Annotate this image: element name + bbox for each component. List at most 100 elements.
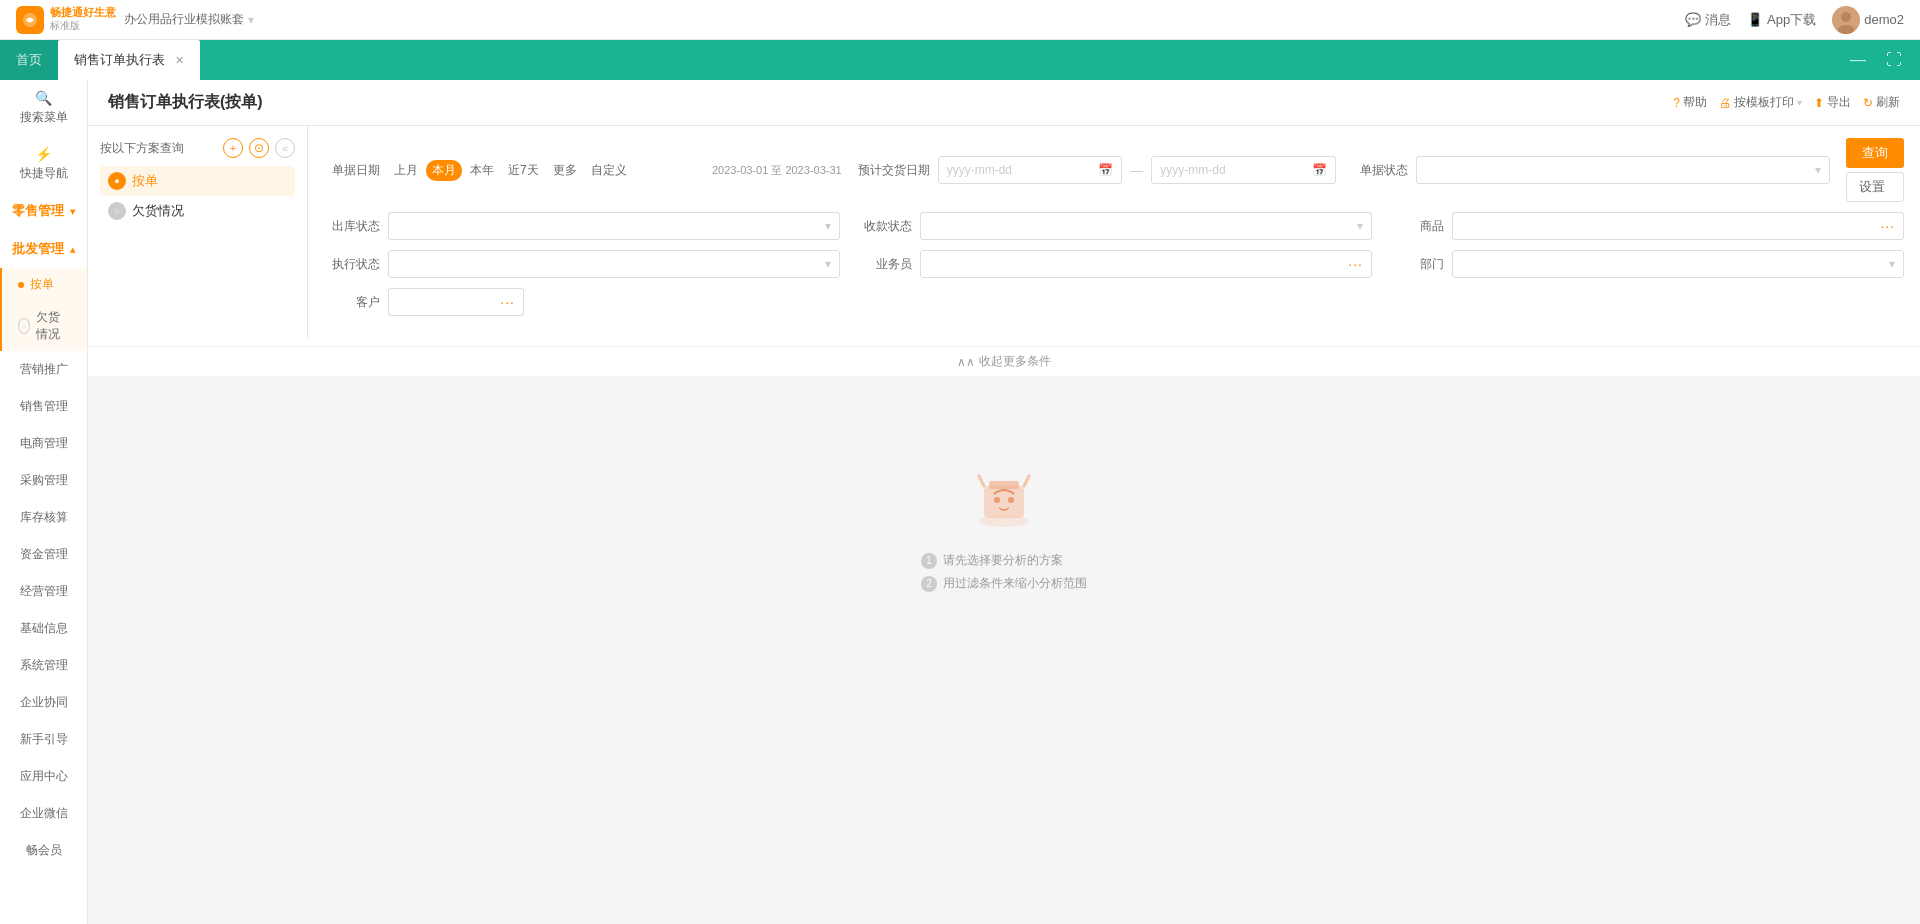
sidebar-sub-item-arrears[interactable]: ○ 欠货情况 (2, 301, 87, 351)
tab-sales-order[interactable]: 销售订单执行表 ✕ (58, 40, 200, 80)
export-button[interactable]: ⬆ 导出 (1814, 94, 1851, 111)
sidebar-item-basic[interactable]: 基础信息 (0, 610, 87, 647)
help-icon: ? (1673, 96, 1680, 110)
salesperson-label: 业务员 (856, 256, 912, 273)
help-button[interactable]: ? 帮助 (1673, 94, 1707, 111)
logo-icon (16, 6, 44, 34)
tab-expand-button[interactable]: ⛶ (1880, 46, 1908, 74)
page-header-actions: ? 帮助 🖨 按模板打印 ▾ ⬆ 导出 ↻ 刷新 (1673, 94, 1900, 123)
arrears-label: 欠货情况 (36, 309, 71, 343)
basic-label: 基础信息 (20, 620, 68, 637)
newbie-label: 新手引导 (20, 731, 68, 748)
sidebar-item-quick-nav[interactable]: ⚡ 快捷导航 (0, 136, 87, 192)
sidebar-search-label: 搜索菜单 (20, 109, 68, 126)
sidebar-sub-item-press[interactable]: 按单 (2, 268, 87, 301)
tab-home[interactable]: 首页 (0, 40, 58, 80)
add-scheme-button[interactable]: + (223, 138, 243, 158)
messages-button[interactable]: 💬 消息 (1685, 11, 1731, 29)
member-label: 畅会员 (26, 842, 62, 859)
app-download-label: App下载 (1767, 11, 1816, 29)
tab-close-icon[interactable]: ✕ (175, 54, 184, 67)
filter-field-salesperson: 业务员 ··· (856, 250, 1372, 278)
date-tab-this-month[interactable]: 本月 (426, 160, 462, 181)
salesperson-dots-icon[interactable]: ··· (1348, 256, 1363, 272)
user-area[interactable]: demo2 (1832, 6, 1904, 34)
svg-point-7 (994, 497, 1000, 503)
date-tab-custom[interactable]: 自定义 (585, 160, 633, 181)
collapse-bar[interactable]: ∧∧ 收起更多条件 (88, 346, 1920, 376)
date-tab-last-month[interactable]: 上月 (388, 160, 424, 181)
customer-dots-icon[interactable]: ··· (500, 294, 515, 310)
filter-panel: 按以下方案查询 + ⊙ « ● 按单 ○ 欠货情况 (88, 126, 1920, 338)
execution-status-select[interactable]: ▾ (388, 250, 840, 278)
query-button[interactable]: 查询 (1846, 138, 1904, 168)
product-dots-icon[interactable]: ··· (1880, 218, 1895, 234)
empty-state-hints: 1 请先选择要分析的方案 2 用过滤条件来缩小分析范围 (921, 552, 1087, 598)
sidebar-item-newbie[interactable]: 新手引导 (0, 721, 87, 758)
customer-input[interactable]: ··· (388, 288, 524, 316)
collection-status-select[interactable]: ▾ (920, 212, 1372, 240)
sidebar-quick-nav-label: 快捷导航 (20, 165, 68, 182)
sidebar-group-retail: 零售管理 ▾ (0, 192, 87, 230)
filter-fields-panel: 单据日期 上月 本月 本年 近7天 更多 自定义 (308, 126, 1920, 338)
sidebar-item-member[interactable]: 畅会员 (0, 832, 87, 869)
breadcrumb-arrow-icon[interactable]: ▾ (248, 13, 254, 27)
date-tab-this-year[interactable]: 本年 (464, 160, 500, 181)
filter-scheme-title: 按以下方案查询 + ⊙ « (100, 138, 295, 158)
quick-nav-icon: ⚡ (35, 146, 52, 162)
refresh-icon: ↻ (1863, 96, 1873, 110)
scheme-item-arrears[interactable]: ○ 欠货情况 (100, 196, 295, 226)
order-status-select[interactable]: ▾ (1416, 156, 1830, 184)
filter-scheme-panel: 按以下方案查询 + ⊙ « ● 按单 ○ 欠货情况 (88, 126, 308, 338)
collapse-button[interactable]: ∧∧ 收起更多条件 (957, 353, 1051, 370)
product-input[interactable]: ··· (1452, 212, 1904, 240)
sidebar-item-sales[interactable]: 销售管理 (0, 388, 87, 425)
salesperson-input[interactable]: ··· (920, 250, 1372, 278)
sidebar-item-purchase[interactable]: 采购管理 (0, 462, 87, 499)
expected-date-from-input[interactable]: yyyy-mm-dd 📅 (938, 156, 1123, 184)
filter-field-delivery-status: 出库状态 ▾ (324, 212, 840, 240)
delivery-status-select[interactable]: ▾ (388, 212, 840, 240)
edit-scheme-button[interactable]: ⊙ (249, 138, 269, 158)
sidebar-item-wholesale[interactable]: 批发管理 ▴ (0, 230, 87, 268)
breadcrumb: 办公用品行业模拟账套 ▾ (124, 11, 254, 28)
app-icon: 📱 (1747, 12, 1763, 27)
sidebar-item-wechat[interactable]: 企业微信 (0, 795, 87, 832)
sidebar-item-inventory[interactable]: 库存核算 (0, 499, 87, 536)
date-tab-more[interactable]: 更多 (547, 160, 583, 181)
sidebar-item-ecommerce[interactable]: 电商管理 (0, 425, 87, 462)
scheme-arrears-label: 欠货情况 (132, 202, 184, 220)
settings-button[interactable]: 设置 (1846, 172, 1904, 202)
content-area: 销售订单执行表(按单) ? 帮助 🖨 按模板打印 ▾ ⬆ 导出 ↻ 刷新 (88, 80, 1920, 924)
filter-field-product: 商品 ··· (1388, 212, 1904, 240)
apps-label: 应用中心 (20, 768, 68, 785)
sidebar-item-cooperation[interactable]: 企业协同 (0, 684, 87, 721)
system-label: 系统管理 (20, 657, 68, 674)
customer-label: 客户 (324, 294, 380, 311)
expected-date-to-input[interactable]: yyyy-mm-dd 📅 (1151, 156, 1336, 184)
collapse-scheme-button[interactable]: « (275, 138, 295, 158)
app-download-button[interactable]: 📱 App下载 (1747, 11, 1816, 29)
template-print-arrow: ▾ (1797, 97, 1802, 108)
sidebar-item-marketing[interactable]: 营销推广 (0, 351, 87, 388)
sidebar-item-apps[interactable]: 应用中心 (0, 758, 87, 795)
refresh-button[interactable]: ↻ 刷新 (1863, 94, 1900, 111)
svg-rect-6 (989, 481, 1019, 489)
execution-status-label: 执行状态 (324, 256, 380, 273)
sidebar-item-system[interactable]: 系统管理 (0, 647, 87, 684)
hint-num-2: 2 (921, 576, 937, 592)
wholesale-label: 批发管理 (12, 240, 64, 258)
sidebar-item-finance[interactable]: 资金管理 (0, 536, 87, 573)
page-title: 销售订单执行表(按单) (108, 92, 263, 125)
template-print-label: 按模板打印 (1734, 94, 1794, 111)
user-name: demo2 (1864, 12, 1904, 27)
sidebar-item-retail[interactable]: 零售管理 ▾ (0, 192, 87, 230)
scheme-item-press[interactable]: ● 按单 (100, 166, 295, 196)
sidebar-item-operations[interactable]: 经营管理 (0, 573, 87, 610)
sidebar-group-wholesale: 批发管理 ▴ 按单 ○ 欠货情况 (0, 230, 87, 351)
template-print-button[interactable]: 🖨 按模板打印 ▾ (1719, 94, 1802, 111)
sidebar-item-search[interactable]: 🔍 搜索菜单 (0, 80, 87, 136)
tab-minimize-button[interactable]: — (1844, 46, 1872, 74)
department-select[interactable]: ▾ (1452, 250, 1904, 278)
date-tab-7days[interactable]: 近7天 (502, 160, 545, 181)
